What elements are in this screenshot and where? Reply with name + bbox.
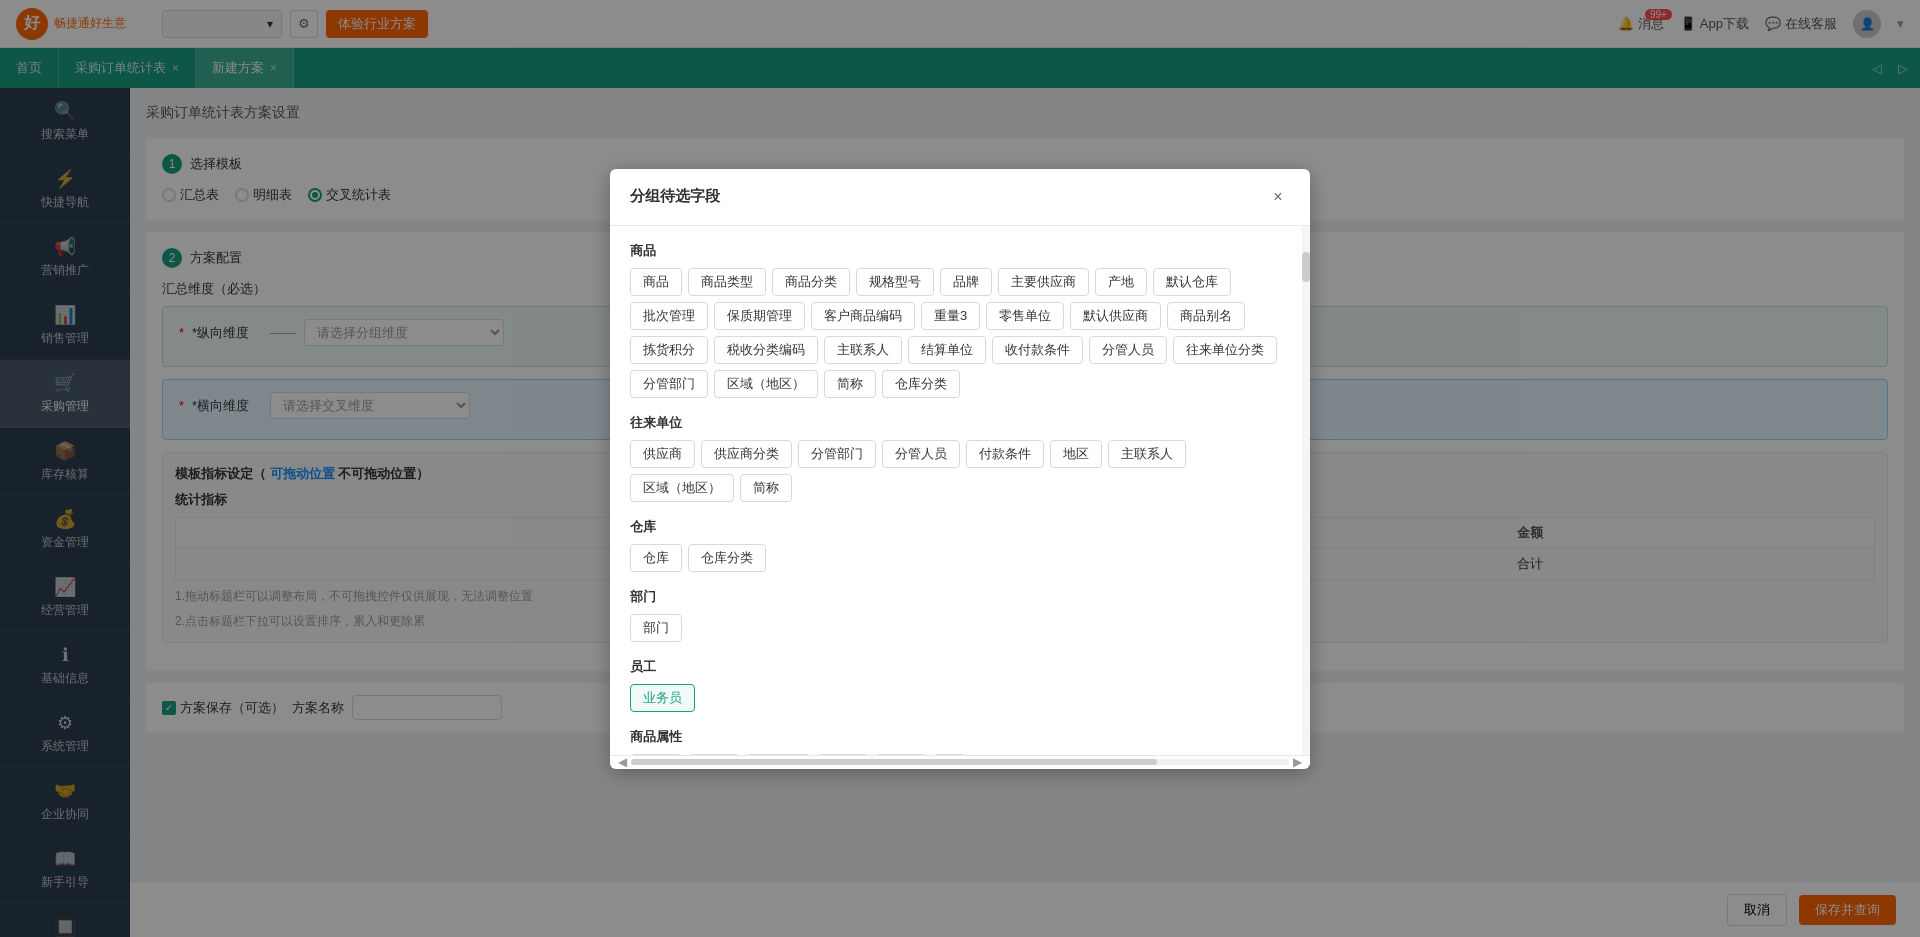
section-title-partner: 往来单位 — [630, 414, 1290, 432]
modal-overlay: 分组待选字段 × 商品 商品 商品类型 商品分类 规格型号 品牌 主要供应商 产… — [0, 0, 1920, 937]
modal-title: 分组待选字段 — [630, 187, 720, 206]
field-tag[interactable]: 默认供应商 — [1070, 302, 1161, 330]
field-tag[interactable]: 品牌 — [940, 268, 992, 296]
fields-grid-partner: 供应商 供应商分类 分管部门 分管人员 付款条件 地区 主联系人 区域（地区） … — [630, 440, 1290, 502]
scroll-right-arrow[interactable]: ▶ — [1293, 755, 1302, 769]
section-title-staff: 员工 — [630, 658, 1290, 676]
fields-grid-product: 商品 商品类型 商品分类 规格型号 品牌 主要供应商 产地 默认仓库 批次管理 … — [630, 268, 1290, 398]
field-tag[interactable]: 税收分类编码 — [714, 336, 818, 364]
field-tag[interactable]: 商品 — [630, 268, 682, 296]
modal-body: 商品 商品 商品类型 商品分类 规格型号 品牌 主要供应商 产地 默认仓库 批次… — [610, 226, 1310, 755]
field-tag[interactable]: 仓库 — [630, 544, 682, 572]
field-tag[interactable]: 简称 — [740, 474, 792, 502]
fields-grid-staff: 业务员 — [630, 684, 1290, 712]
field-tag[interactable]: 1 — [933, 754, 966, 755]
field-tag[interactable]: 供应商分类 — [701, 440, 792, 468]
section-title-product: 商品 — [630, 242, 1290, 260]
field-tag[interactable]: 颜色 — [688, 754, 740, 755]
field-tag[interactable]: 收付款条件 — [992, 336, 1083, 364]
field-tag[interactable]: 主联系人 — [1108, 440, 1186, 468]
vertical-scrollbar-thumb[interactable] — [1302, 252, 1310, 282]
field-tag[interactable]: 主联系人 — [824, 336, 902, 364]
field-tag[interactable]: 结算单位 — [908, 336, 986, 364]
section-title-warehouse: 仓库 — [630, 518, 1290, 536]
field-tag[interactable]: 往来单位分类 — [1173, 336, 1277, 364]
section-title-dept: 部门 — [630, 588, 1290, 606]
field-tag[interactable]: 付款条件 — [966, 440, 1044, 468]
scroll-left-arrow[interactable]: ◀ — [618, 755, 627, 769]
field-tag[interactable]: 零售单位 — [986, 302, 1064, 330]
modal-close-button[interactable]: × — [1266, 185, 1290, 209]
field-tag[interactable]: 商品类型 — [688, 268, 766, 296]
field-tag[interactable]: 保质期管理 — [714, 302, 805, 330]
field-tag[interactable]: 商品别名 — [1167, 302, 1245, 330]
field-tag[interactable]: 鞋码 — [875, 754, 927, 755]
field-tag[interactable]: 重量3 — [921, 302, 980, 330]
scroll-track[interactable] — [631, 759, 1289, 765]
modal: 分组待选字段 × 商品 商品 商品类型 商品分类 规格型号 品牌 主要供应商 产… — [610, 169, 1310, 769]
field-tag[interactable]: 分管人员 — [882, 440, 960, 468]
field-tag[interactable]: 分管人员 — [1089, 336, 1167, 364]
field-tag[interactable]: 客户商品编码 — [811, 302, 915, 330]
field-tag[interactable]: 区域（地区） — [714, 370, 818, 398]
field-tag[interactable]: 分管部门 — [630, 370, 708, 398]
field-tag[interactable]: 仓库分类 — [882, 370, 960, 398]
field-tag-selected[interactable]: 业务员 — [630, 684, 695, 712]
fields-grid-product-attr: 属性 颜色 多规格 尺码 鞋码 1 — [630, 754, 1290, 755]
section-title-product-attr: 商品属性 — [630, 728, 1290, 746]
vertical-scrollbar[interactable] — [1302, 226, 1310, 755]
field-tag[interactable]: 产地 — [1095, 268, 1147, 296]
field-tag[interactable]: 批次管理 — [630, 302, 708, 330]
fields-grid-dept: 部门 — [630, 614, 1290, 642]
field-tag[interactable]: 规格型号 — [856, 268, 934, 296]
field-tag[interactable]: 区域（地区） — [630, 474, 734, 502]
field-tag[interactable]: 商品分类 — [772, 268, 850, 296]
field-tag[interactable]: 尺码 — [817, 754, 869, 755]
field-tag[interactable]: 属性 — [630, 754, 682, 755]
modal-bottom-scrollbar: ◀ ▶ — [610, 755, 1310, 769]
scroll-thumb[interactable] — [631, 759, 1157, 765]
field-tag[interactable]: 多规格 — [746, 754, 811, 755]
field-tag[interactable]: 地区 — [1050, 440, 1102, 468]
field-tag[interactable]: 供应商 — [630, 440, 695, 468]
field-tag[interactable]: 仓库分类 — [688, 544, 766, 572]
field-tag[interactable]: 分管部门 — [798, 440, 876, 468]
field-tag[interactable]: 拣货积分 — [630, 336, 708, 364]
field-tag[interactable]: 主要供应商 — [998, 268, 1089, 296]
fields-grid-warehouse: 仓库 仓库分类 — [630, 544, 1290, 572]
field-tag[interactable]: 部门 — [630, 614, 682, 642]
modal-header: 分组待选字段 × — [610, 169, 1310, 226]
field-tag[interactable]: 简称 — [824, 370, 876, 398]
field-tag[interactable]: 默认仓库 — [1153, 268, 1231, 296]
